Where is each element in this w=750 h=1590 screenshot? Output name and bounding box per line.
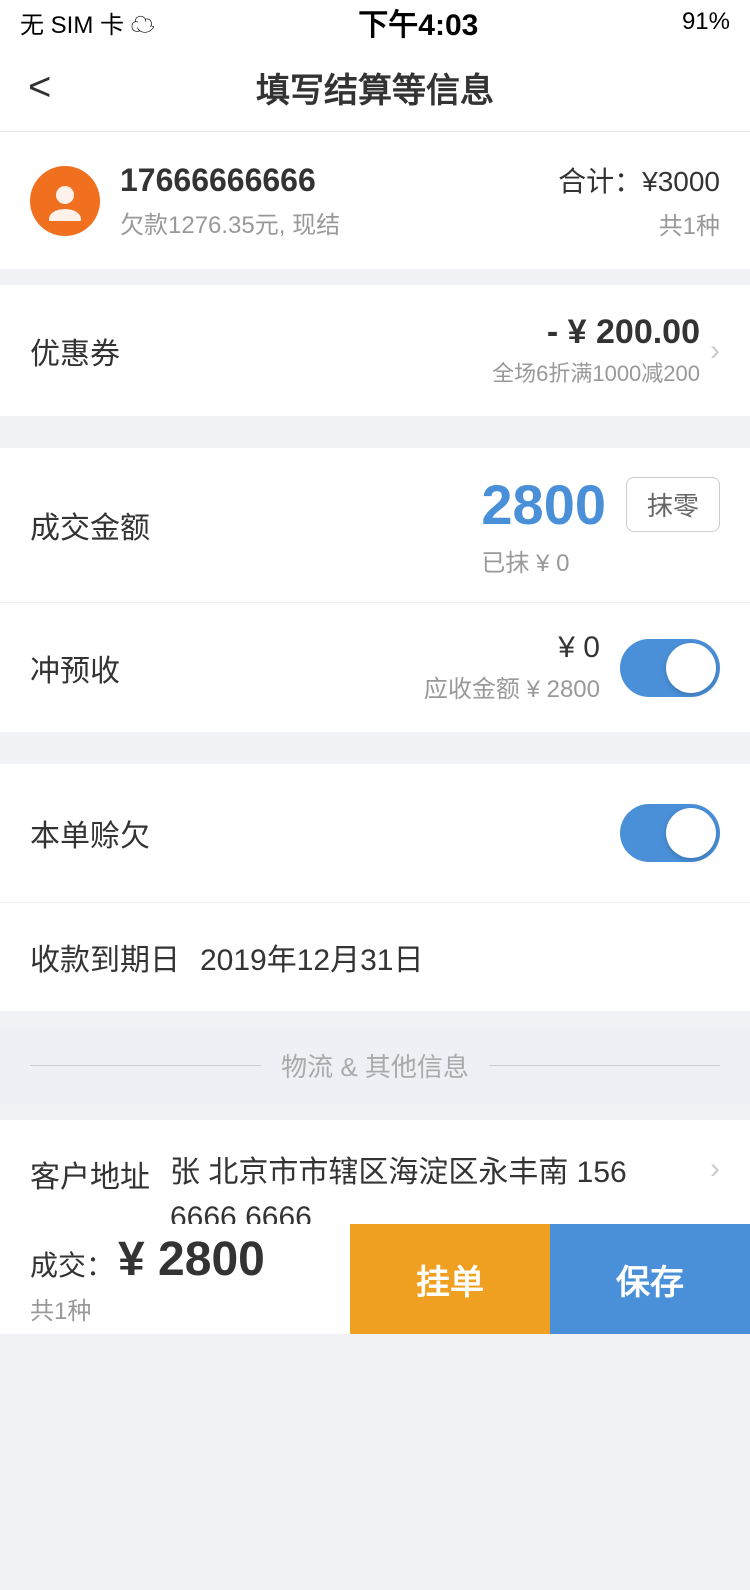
deposit-sub: 应收金额 ¥ 2800 <box>424 669 600 704</box>
arrears-toggle[interactable] <box>620 804 720 862</box>
divider-text: 物流 & 其他信息 <box>281 1047 469 1084</box>
divider-section: 物流 & 其他信息 <box>0 1027 750 1104</box>
deposit-label: 冲预收 <box>30 646 120 690</box>
main-content: 17666666666 欠款1276.35元, 现结 合计：¥3000 共1种 … <box>0 132 750 1590</box>
coupon-label: 优惠券 <box>30 329 120 373</box>
network-status: 无 SIM 卡 ☁ <box>20 5 155 40</box>
bottom-deal-amount: ¥ 2800 <box>118 1232 265 1287</box>
bottom-actions: 挂单 保存 <box>350 1224 750 1334</box>
total-label: 合计：¥3000 <box>558 160 720 200</box>
deposit-right: ¥ 0 应收金额 ¥ 2800 <box>424 631 720 704</box>
total-count: 共1种 <box>558 206 720 241</box>
deposit-amount-wrap: ¥ 0 应收金额 ¥ 2800 <box>424 631 600 704</box>
bottom-bar: 成交： ¥ 2800 共1种 挂单 保存 <box>0 1224 750 1334</box>
bottom-info: 成交： ¥ 2800 共1种 <box>0 1232 350 1326</box>
arrears-label: 本单赊欠 <box>30 811 150 855</box>
coupon-discount: - ¥ 200.00 <box>492 313 700 352</box>
status-bar-right: 91% <box>682 8 730 36</box>
address-label: 客户地址 <box>30 1152 150 1196</box>
deal-amount-wrap: 2800 抹零 <box>481 472 720 537</box>
round-button[interactable]: 抹零 <box>626 477 720 532</box>
deposit-toggle[interactable] <box>620 639 720 697</box>
due-date-value: 2019年12月31日 <box>200 935 423 979</box>
coupon-desc: 全场6折满1000减200 <box>492 356 700 388</box>
user-card: 17666666666 欠款1276.35元, 现结 合计：¥3000 共1种 <box>0 132 750 269</box>
status-bar-left: 无 SIM 卡 ☁ <box>20 5 155 40</box>
chevron-right-icon: › <box>710 334 720 368</box>
deposit-row: 冲预收 ¥ 0 应收金额 ¥ 2800 <box>0 602 750 732</box>
battery-icon: 91% <box>682 8 730 36</box>
user-phone: 17666666666 <box>120 162 340 199</box>
page-title: 填写结算等信息 <box>256 63 494 112</box>
status-bar: 无 SIM 卡 ☁ 下午4:03 91% <box>0 0 750 44</box>
coupon-row[interactable]: 优惠券 - ¥ 200.00 全场6折满1000减200 › <box>0 285 750 416</box>
deal-row: 成交金额 2800 抹零 已抹 ¥ 0 <box>0 448 750 602</box>
bottom-deal-row: 成交： ¥ 2800 <box>30 1232 320 1287</box>
bottom-count: 共1种 <box>30 1291 320 1326</box>
due-date-label: 收款到期日 <box>30 935 180 979</box>
status-bar-time: 下午4:03 <box>358 0 478 44</box>
deposit-amount: ¥ 0 <box>424 631 600 665</box>
user-total: 合计：¥3000 共1种 <box>558 160 720 241</box>
address-chevron-icon: › <box>710 1152 720 1186</box>
divider-line-right <box>489 1065 720 1066</box>
section-gap-2 <box>0 732 750 748</box>
divider-line-left <box>30 1065 261 1066</box>
section-gap-1 <box>0 432 750 448</box>
user-debt: 欠款1276.35元, 现结 <box>120 205 340 240</box>
deal-right: 2800 抹零 已抹 ¥ 0 <box>481 472 720 578</box>
deal-sub: 已抹 ¥ 0 <box>481 543 720 578</box>
user-info: 17666666666 欠款1276.35元, 现结 <box>30 162 340 240</box>
coupon-info: - ¥ 200.00 全场6折满1000减200 <box>492 313 700 388</box>
deal-amount: 2800 <box>481 472 606 537</box>
coupon-right: - ¥ 200.00 全场6折满1000减200 › <box>492 313 720 388</box>
deal-label: 成交金额 <box>30 503 150 547</box>
hang-button[interactable]: 挂单 <box>350 1224 550 1334</box>
bottom-deal-label: 成交： <box>30 1244 114 1284</box>
arrears-row: 本单赊欠 <box>0 764 750 902</box>
arrears-section: 本单赊欠 收款到期日 2019年12月31日 <box>0 764 750 1011</box>
user-details: 17666666666 欠款1276.35元, 现结 <box>120 162 340 240</box>
avatar <box>30 166 100 236</box>
due-date-row: 收款到期日 2019年12月31日 <box>0 902 750 1011</box>
save-button[interactable]: 保存 <box>550 1224 750 1334</box>
back-button[interactable]: < <box>28 65 51 110</box>
nav-bar: < 填写结算等信息 <box>0 44 750 132</box>
